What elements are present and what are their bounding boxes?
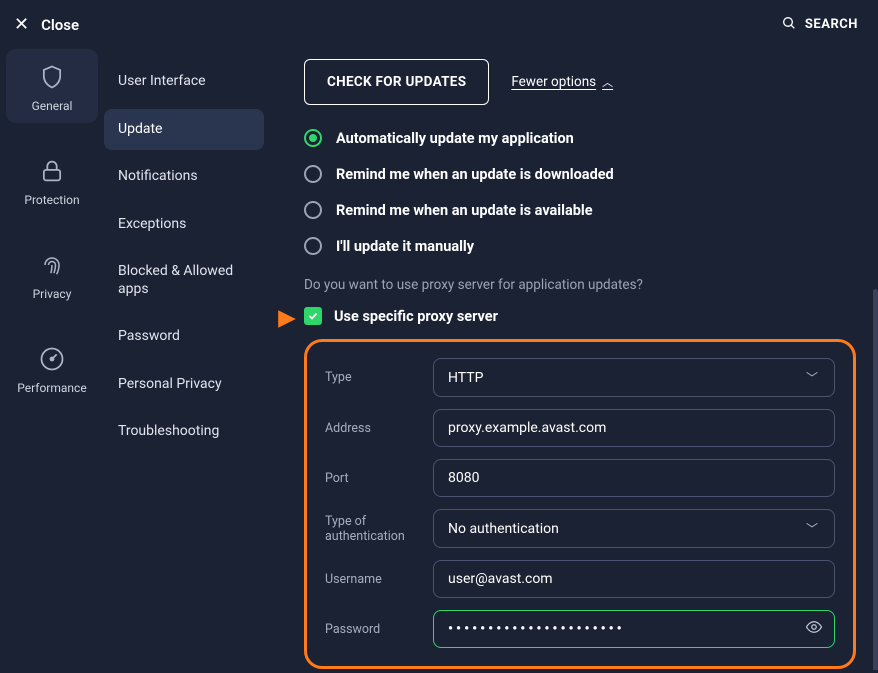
fewer-options-label: Fewer options (511, 74, 596, 90)
sidebar-item-troubleshooting[interactable]: Troubleshooting (104, 411, 264, 453)
radio-auto-update[interactable]: Automatically update my application (304, 129, 856, 147)
proxy-port-label: Port (325, 471, 433, 486)
proxy-username-label: Username (325, 572, 433, 587)
sidebar-item-personal-privacy[interactable]: Personal Privacy (104, 364, 264, 406)
shield-icon (38, 63, 66, 91)
category-label: Performance (17, 381, 86, 395)
close-label: Close (41, 16, 79, 34)
proxy-password-input[interactable]: •••••••••••••••••••••• (433, 610, 835, 648)
settings-sidebar: User Interface Update Notifications Exce… (98, 49, 270, 670)
radio-manual-update[interactable]: I'll update it manually (304, 237, 856, 255)
proxy-type-select[interactable]: HTTP ﹀ (433, 358, 835, 397)
proxy-form-highlight: Type HTTP ﹀ Address Port (304, 339, 856, 669)
radio-label: I'll update it manually (336, 238, 474, 255)
radio-remind-available[interactable]: Remind me when an update is available (304, 201, 856, 219)
sidebar-item-password[interactable]: Password (104, 316, 264, 358)
radio-label: Automatically update my application (336, 130, 574, 147)
check-for-updates-button[interactable]: CHECK FOR UPDATES (304, 59, 489, 105)
scrollbar[interactable] (873, 289, 878, 670)
gauge-icon (38, 345, 66, 373)
chevron-down-icon: ﹀ (806, 369, 820, 386)
category-privacy[interactable]: Privacy (6, 237, 98, 311)
update-mode-radio-group: Automatically update my application Remi… (304, 129, 856, 255)
sidebar-item-update[interactable]: Update (104, 109, 264, 151)
category-performance[interactable]: Performance (6, 331, 98, 405)
close-button[interactable]: ✕ Close (14, 14, 79, 35)
lock-icon (38, 157, 66, 185)
proxy-type-value: HTTP (448, 370, 483, 386)
proxy-prompt-text: Do you want to use proxy server for appl… (304, 277, 856, 293)
sidebar-item-notifications[interactable]: Notifications (104, 156, 264, 198)
sidebar-item-user-interface[interactable]: User Interface (104, 61, 264, 103)
chevron-down-icon: ﹀ (806, 520, 820, 537)
chevron-up-icon: ︿ (602, 74, 613, 90)
search-icon (781, 15, 797, 35)
highlight-arrow-icon (276, 308, 298, 334)
category-label: General (32, 99, 73, 113)
proxy-username-input[interactable] (433, 560, 835, 598)
proxy-address-label: Address (325, 421, 433, 436)
proxy-auth-value: No authentication (448, 521, 559, 537)
proxy-password-value: •••••••••••••••••••••• (448, 621, 625, 637)
radio-icon (304, 165, 322, 183)
show-password-button[interactable] (805, 618, 823, 640)
category-protection[interactable]: Protection (6, 143, 98, 217)
main-panel: CHECK FOR UPDATES Fewer options ︿ Automa… (270, 49, 878, 670)
use-proxy-checkbox[interactable] (304, 307, 322, 325)
search-button[interactable]: SEARCH (781, 15, 858, 35)
use-proxy-label: Use specific proxy server (334, 308, 498, 325)
category-label: Privacy (33, 287, 72, 301)
proxy-type-label: Type (325, 370, 433, 385)
radio-label: Remind me when an update is available (336, 202, 593, 219)
category-label: Protection (24, 193, 79, 207)
radio-remind-downloaded[interactable]: Remind me when an update is downloaded (304, 165, 856, 183)
category-sidebar: General Protection Privacy Performance (0, 49, 98, 670)
fewer-options-toggle[interactable]: Fewer options ︿ (511, 74, 613, 90)
proxy-password-label: Password (325, 622, 433, 637)
radio-icon (304, 129, 322, 147)
proxy-auth-select[interactable]: No authentication ﹀ (433, 509, 835, 548)
sidebar-item-blocked-allowed-apps[interactable]: Blocked & Allowed apps (104, 251, 264, 310)
category-general[interactable]: General (6, 49, 98, 123)
proxy-address-input[interactable] (433, 409, 835, 447)
radio-label: Remind me when an update is downloaded (336, 166, 614, 183)
proxy-port-input[interactable] (433, 459, 835, 497)
proxy-auth-label: Type of authentication (325, 514, 433, 544)
sidebar-item-exceptions[interactable]: Exceptions (104, 204, 264, 246)
close-icon: ✕ (14, 14, 29, 35)
search-label: SEARCH (805, 17, 858, 32)
radio-icon (304, 237, 322, 255)
radio-icon (304, 201, 322, 219)
fingerprint-icon (38, 251, 66, 279)
